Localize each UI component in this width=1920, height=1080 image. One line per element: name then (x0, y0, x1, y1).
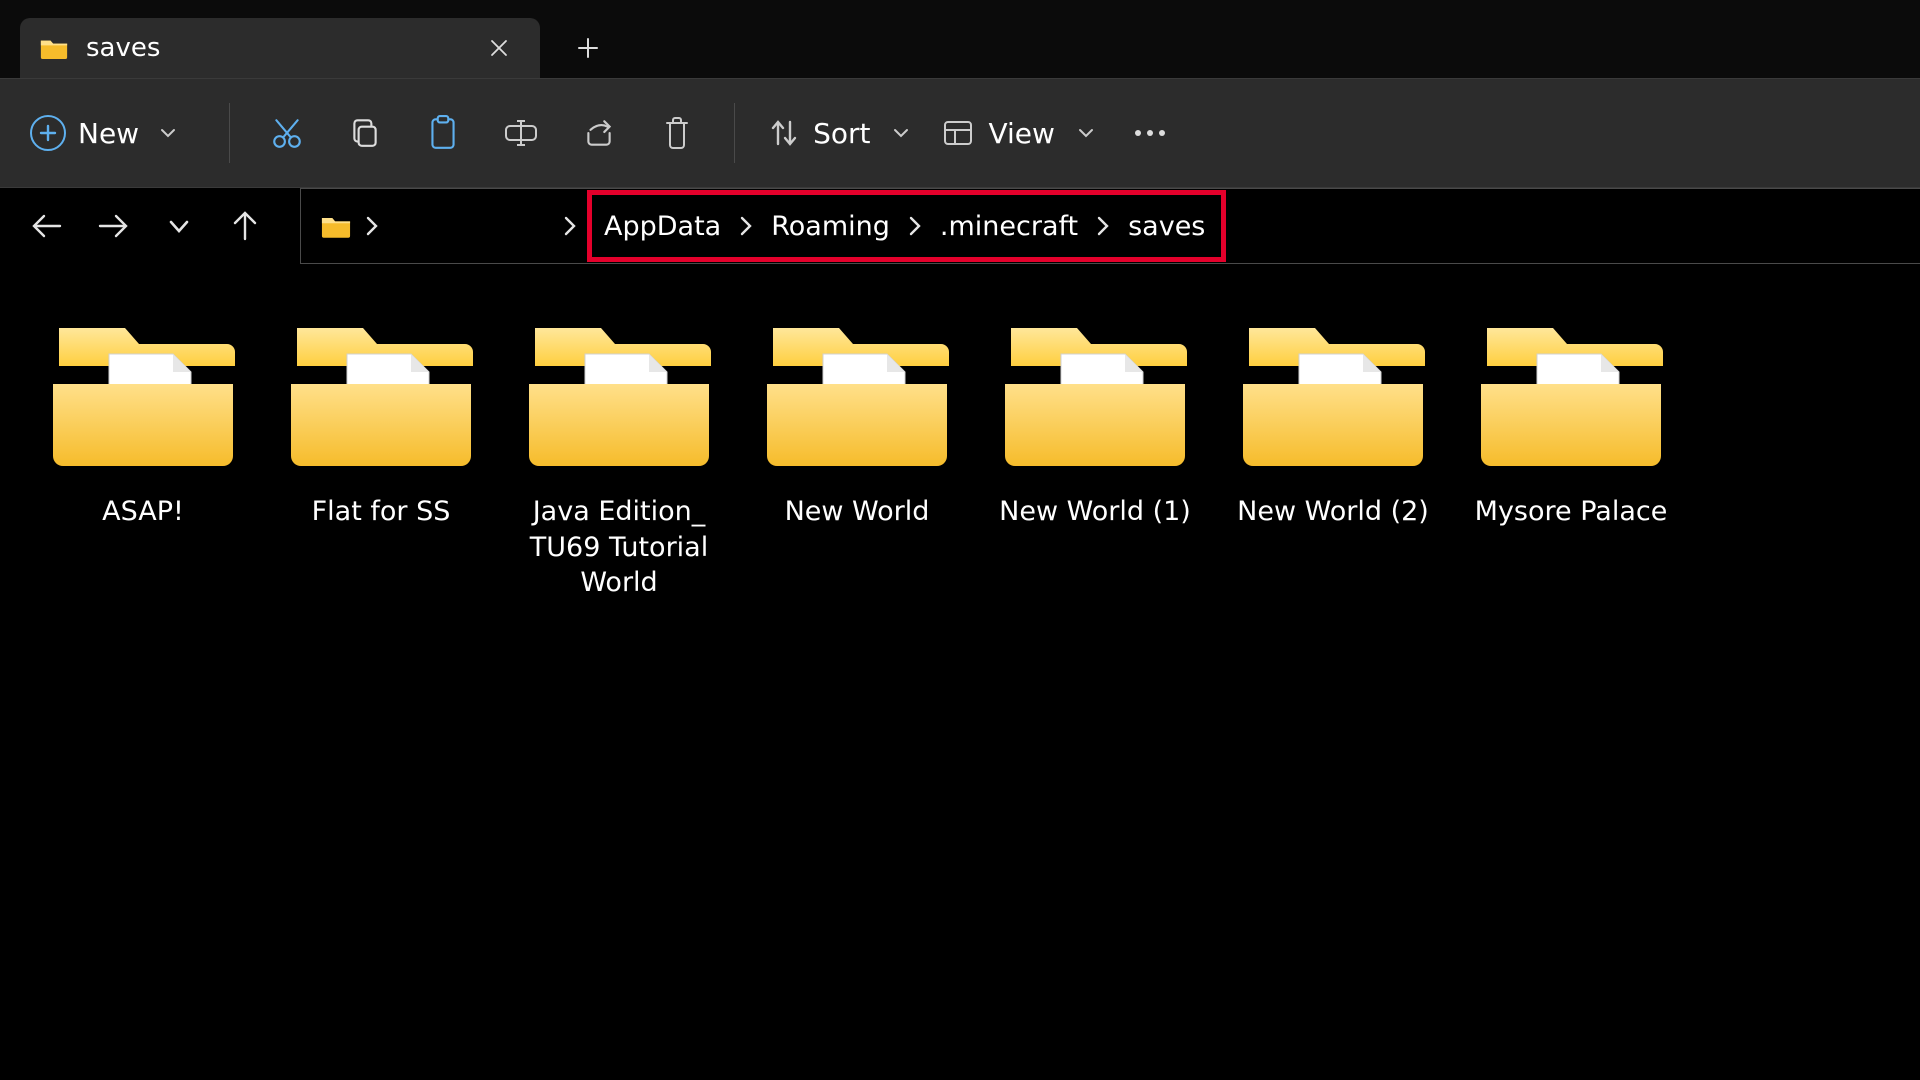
folder-icon (40, 37, 68, 59)
share-icon (582, 116, 616, 150)
command-bar: New (0, 78, 1920, 188)
folder-name: New World (1) (999, 494, 1191, 530)
folder-icon (287, 322, 475, 468)
folder-item[interactable]: Flat for SS (262, 314, 500, 609)
sort-button[interactable]: Sort (753, 99, 926, 167)
back-button[interactable] (18, 197, 76, 255)
tab-saves[interactable]: saves (20, 18, 540, 78)
view-icon (942, 118, 974, 148)
view-label: View (988, 117, 1054, 150)
view-button[interactable]: View (926, 99, 1110, 167)
paste-button[interactable] (404, 99, 482, 167)
new-label: New (78, 117, 139, 150)
folder-item[interactable]: Mysore Palace (1452, 314, 1690, 609)
sort-label: Sort (813, 117, 870, 150)
folder-item[interactable]: ASAP! (24, 314, 262, 609)
tab-strip: saves (0, 0, 1920, 78)
trash-icon (661, 115, 693, 151)
share-button[interactable] (560, 99, 638, 167)
folder-item[interactable]: New World (738, 314, 976, 609)
chevron-right-icon[interactable] (908, 215, 922, 237)
folder-icon (321, 214, 351, 238)
up-button[interactable] (216, 197, 274, 255)
plus-circle-icon (30, 115, 66, 151)
nav-row: AppData Roaming .minecraft saves (0, 188, 1920, 264)
folder-icon (763, 322, 951, 468)
more-button[interactable] (1111, 99, 1189, 167)
close-icon[interactable] (482, 31, 516, 65)
folder-icon (1239, 322, 1427, 468)
folder-icon (49, 322, 237, 468)
arrow-up-icon (231, 209, 259, 243)
separator (229, 103, 230, 163)
folder-name: Mysore Palace (1475, 494, 1668, 530)
breadcrumb-segment[interactable]: Roaming (767, 211, 894, 242)
rename-icon (503, 116, 539, 150)
chevron-down-icon (1077, 124, 1095, 142)
folder-name: New World (785, 494, 930, 530)
address-bar[interactable]: AppData Roaming .minecraft saves (300, 188, 1920, 264)
folder-item[interactable]: New World (1) (976, 314, 1214, 609)
copy-icon (348, 116, 382, 150)
folder-icon (1001, 322, 1189, 468)
folder-name: New World (2) (1237, 494, 1429, 530)
chevron-down-icon (167, 214, 191, 238)
folder-item[interactable]: Java Edition_ TU69 Tutorial World (500, 314, 738, 609)
folder-name: Java Edition_ TU69 Tutorial World (514, 494, 724, 601)
sort-icon (769, 117, 799, 149)
ellipsis-icon (1132, 127, 1168, 139)
chevron-right-icon[interactable] (1096, 215, 1110, 237)
scissors-icon (270, 116, 304, 150)
chevron-right-icon[interactable] (365, 215, 379, 237)
delete-button[interactable] (638, 99, 716, 167)
breadcrumb-segment[interactable]: .minecraft (936, 211, 1082, 242)
folder-icon (525, 322, 713, 468)
separator (734, 103, 735, 163)
breadcrumb-segment[interactable]: AppData (600, 211, 725, 242)
copy-button[interactable] (326, 99, 404, 167)
arrow-left-icon (30, 212, 64, 240)
folder-grid: ASAP! Flat for SS Java Edition_ TU69 Tut… (0, 264, 1920, 659)
recent-button[interactable] (150, 197, 208, 255)
tab-title: saves (86, 33, 464, 63)
chevron-right-icon[interactable] (563, 215, 577, 237)
breadcrumb-highlight: AppData Roaming .minecraft saves (587, 190, 1226, 262)
cut-button[interactable] (248, 99, 326, 167)
breadcrumb-segment[interactable]: saves (1124, 211, 1209, 242)
folder-icon (1477, 322, 1665, 468)
chevron-down-icon (892, 124, 910, 142)
folder-name: ASAP! (102, 494, 184, 530)
forward-button[interactable] (84, 197, 142, 255)
chevron-right-icon[interactable] (739, 215, 753, 237)
folder-item[interactable]: New World (2) (1214, 314, 1452, 609)
new-button[interactable]: New (18, 99, 193, 167)
new-tab-button[interactable] (558, 18, 618, 78)
clipboard-icon (426, 114, 460, 152)
arrow-right-icon (96, 212, 130, 240)
folder-name: Flat for SS (312, 494, 451, 530)
chevron-down-icon (159, 124, 177, 142)
rename-button[interactable] (482, 99, 560, 167)
